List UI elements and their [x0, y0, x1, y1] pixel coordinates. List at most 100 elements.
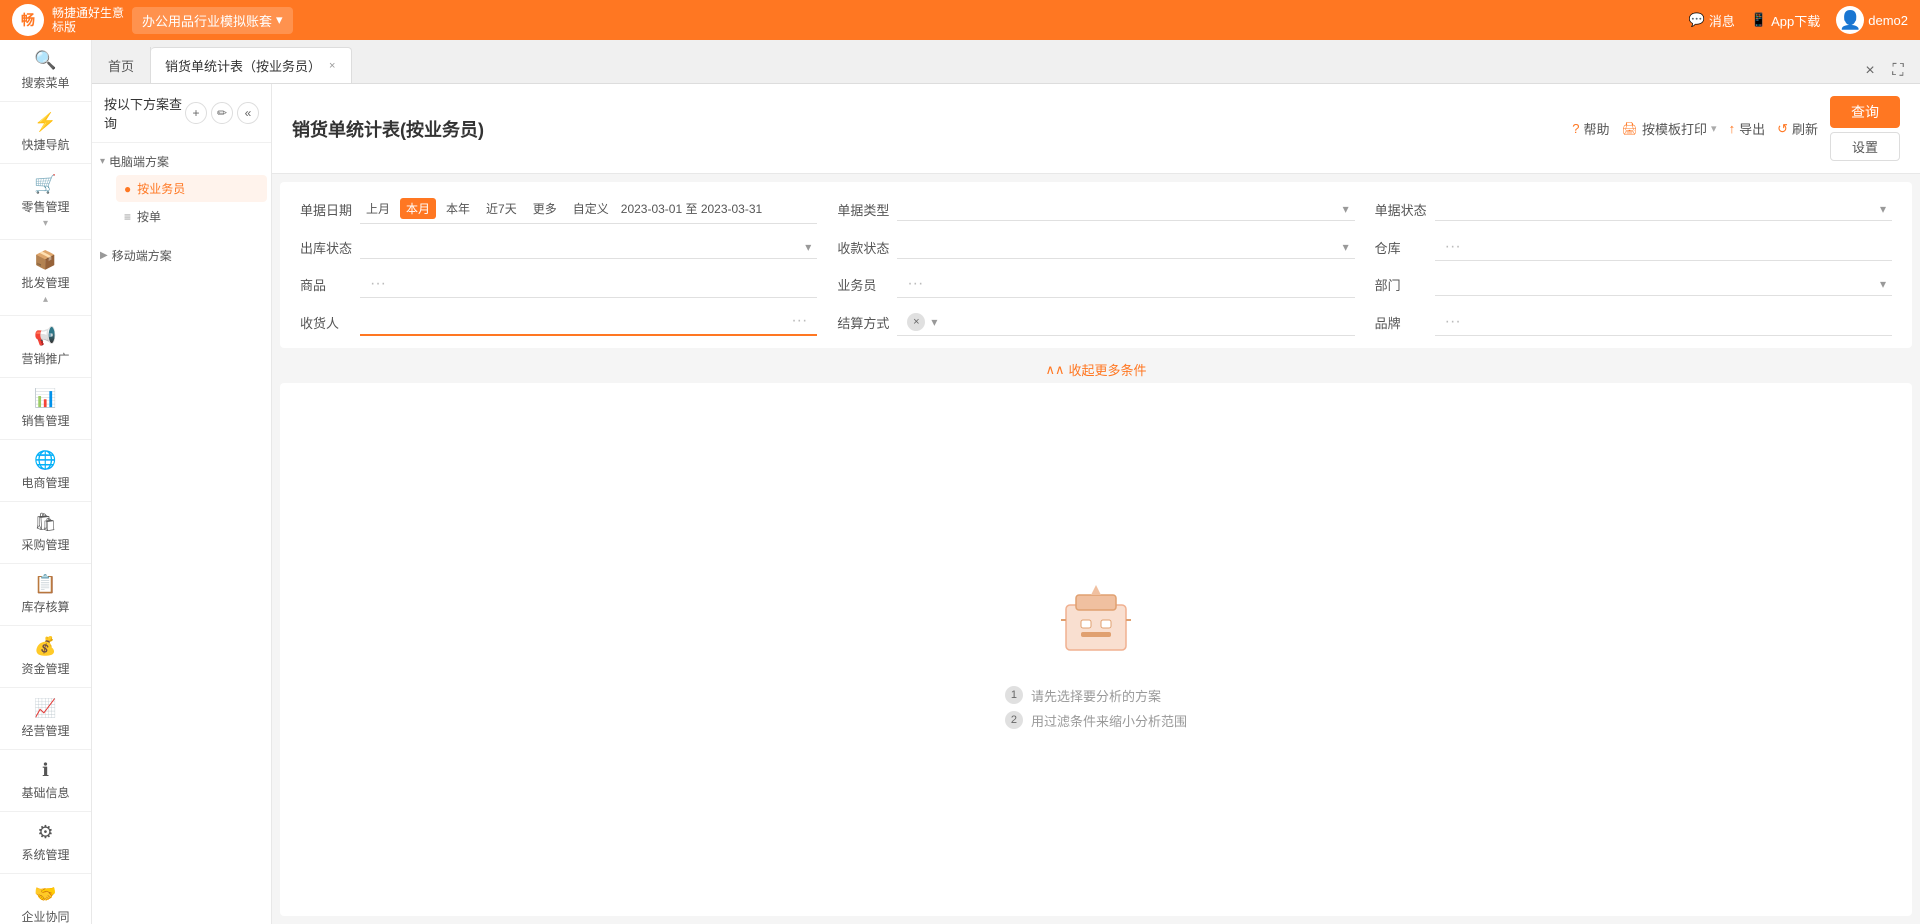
page-content: 按以下方案查询 + ✏ « [92, 84, 1920, 924]
export-icon: ↑ [1729, 121, 1736, 136]
print-btn[interactable]: 🖨 按模板打印 ▾ [1622, 119, 1717, 138]
collapse-label: 收起更多条件 [1069, 360, 1147, 379]
tab-bar-actions: × ⛶ [1858, 59, 1920, 83]
sidebar-item-label: 库存核算 [21, 598, 69, 615]
warehouse-dots: ··· [1441, 238, 1465, 256]
outstatus-dropdown[interactable]: ▾ [360, 236, 817, 259]
sidebar-item-inventory[interactable]: 📋 库存核算 [0, 564, 91, 626]
sidebar-item-finance[interactable]: 💰 资金管理 [0, 626, 91, 688]
active-tab-label: 销货单统计表（按业务员） [165, 56, 321, 75]
collapse-icon: « [245, 106, 252, 120]
sidebar-item-label: 批发管理 [21, 274, 69, 291]
filter-row-1: 单据日期 上月 本月 本年 近7天 更多 自定义 [300, 194, 1892, 224]
outstatus-filter-cell: 出库状态 ▾ [300, 236, 817, 259]
salesperson-filter-cell: 业务员 ··· [837, 271, 1354, 298]
main-layout: 🔍 搜索菜单 ⚡ 快捷导航 🛒 零售管理 ▾ 📦 批发管理 ▴ 📢 营销推广 [0, 40, 1920, 924]
scheme-item-by-salesperson[interactable]: ● 按业务员 [116, 175, 267, 202]
goods-filter-cell: 商品 ··· [300, 271, 817, 298]
hint-num-2: 2 [1005, 711, 1023, 729]
edit-scheme-btn[interactable]: ✏ [211, 102, 233, 124]
goods-dots: ··· [366, 275, 390, 293]
sidebar-item-label: 销售管理 [21, 412, 69, 429]
brand-label: 品牌 [1375, 313, 1435, 332]
top-bar: 畅 畅捷通好生意 标版 办公用品行业模拟账套 ▾ 💬 消息 📱 App下载 [0, 0, 1920, 40]
scheme-item-label: 按单 [137, 208, 161, 225]
brand-control[interactable]: ··· [1435, 309, 1892, 336]
workspace-selector[interactable]: 办公用品行业模拟账套 ▾ [132, 7, 293, 34]
date-btn-more[interactable]: 更多 [527, 198, 563, 219]
settlement-clear-btn[interactable]: × [907, 313, 925, 331]
setting-button[interactable]: 设置 [1830, 132, 1900, 161]
app-title: 畅捷通好生意 标版 [52, 6, 124, 35]
add-scheme-btn[interactable]: + [185, 102, 207, 124]
mobile-section-label: 移动端方案 [112, 247, 172, 264]
receiptstatus-dropdown[interactable]: ▾ [897, 236, 1354, 259]
sidebar-item-wholesale[interactable]: 📦 批发管理 ▴ [0, 240, 91, 316]
salesperson-control[interactable]: ··· [897, 271, 1354, 298]
docstatus-dropdown[interactable]: ▾ [1435, 198, 1892, 221]
doctype-dropdown[interactable]: ▾ [897, 198, 1354, 221]
date-btn-custom[interactable]: 自定义 [567, 198, 615, 219]
salesperson-dots: ··· [903, 275, 927, 293]
tab-maximize-btn[interactable]: ⛶ [1886, 59, 1910, 83]
date-btn-7days[interactable]: 近7天 [480, 198, 523, 219]
tab-minimize-btn[interactable]: × [1858, 59, 1882, 83]
sidebar-item-operation[interactable]: 📈 经营管理 [0, 688, 91, 750]
consignee-input[interactable] [366, 314, 787, 329]
sidebar-item-marketing[interactable]: 📢 营销推广 [0, 316, 91, 378]
sidebar-item-sales[interactable]: 📊 销售管理 [0, 378, 91, 440]
sidebar-item-enterprise[interactable]: 🤝 企业协同 [0, 874, 91, 924]
warehouse-control[interactable]: ··· [1435, 234, 1892, 261]
collapse-scheme-btn[interactable]: « [237, 102, 259, 124]
scheme-desktop-section: ▾ 电脑端方案 ● 按业务员 ≡ 按单 [92, 143, 271, 237]
help-btn[interactable]: ? 帮助 [1572, 119, 1609, 138]
sidebar-item-label: 采购管理 [21, 536, 69, 553]
app-download-action[interactable]: 📱 App下载 [1751, 11, 1820, 30]
app-download-icon: 📱 [1751, 12, 1767, 28]
app-name-line1: 畅捷通好生意 [52, 6, 124, 20]
tab-home[interactable]: 首页 [92, 47, 151, 83]
date-btn-lastmonth[interactable]: 上月 [360, 198, 396, 219]
goods-control[interactable]: ··· [360, 271, 817, 298]
date-btn-thisyear[interactable]: 本年 [440, 198, 476, 219]
operation-icon: 📈 [34, 698, 56, 719]
top-bar-left: 畅 畅捷通好生意 标版 办公用品行业模拟账套 ▾ [12, 4, 293, 36]
dept-arrow-icon: ▾ [1880, 277, 1886, 291]
tab-sales-stats[interactable]: 销货单统计表（按业务员） × [151, 47, 352, 83]
message-action[interactable]: 💬 消息 [1689, 11, 1735, 30]
sidebar-item-basics[interactable]: ℹ 基础信息 [0, 750, 91, 812]
user-profile[interactable]: 👤 demo2 [1836, 6, 1908, 34]
sidebar-item-label: 企业协同 [21, 908, 69, 924]
consignee-control[interactable]: ··· [360, 308, 817, 336]
desktop-section-label: 电脑端方案 [109, 153, 169, 170]
sidebar-item-label: 基础信息 [21, 784, 69, 801]
receiptstatus-label: 收款状态 [837, 238, 897, 257]
refresh-btn[interactable]: ↺ 刷新 [1777, 119, 1818, 138]
sidebar-item-purchase[interactable]: 🛍 采购管理 [0, 502, 91, 564]
receiptstatus-arrow-icon: ▾ [1343, 240, 1349, 254]
sidebar-item-quick-nav[interactable]: ⚡ 快捷导航 [0, 102, 91, 164]
sidebar-item-retail[interactable]: 🛒 零售管理 ▾ [0, 164, 91, 240]
sidebar-item-search-menu[interactable]: 🔍 搜索菜单 [0, 40, 91, 102]
help-label: 帮助 [1583, 119, 1609, 138]
tab-close-icon[interactable]: × [327, 60, 337, 72]
desktop-arrow-icon: ▾ [100, 156, 105, 167]
collapse-up-icon: ∧∧ [1045, 362, 1064, 378]
date-btn-thismonth[interactable]: 本月 [400, 198, 436, 219]
purchase-icon: 🛍 [34, 512, 57, 533]
scheme-desktop-header[interactable]: ▾ 电脑端方案 [92, 149, 271, 174]
app-name-line2: 标版 [52, 20, 124, 34]
dept-dropdown[interactable]: ▾ [1435, 273, 1892, 296]
doctype-filter-cell: 单据类型 ▾ [837, 198, 1354, 221]
query-button[interactable]: 查询 [1830, 96, 1900, 128]
ecommerce-icon: 🌐 [34, 450, 56, 471]
scheme-item-by-order[interactable]: ≡ 按单 [116, 203, 267, 230]
hint-text-1: 请先选择要分析的方案 [1031, 686, 1161, 705]
settlement-dropdown[interactable]: × ▾ [897, 309, 1354, 336]
sidebar-item-ecommerce[interactable]: 🌐 电商管理 [0, 440, 91, 502]
sidebar-item-system[interactable]: ⚙ 系统管理 [0, 812, 91, 874]
scheme-mobile-header[interactable]: ▶ 移动端方案 [92, 243, 271, 268]
collapse-bar[interactable]: ∧∧ 收起更多条件 [280, 356, 1912, 383]
print-icon: 🖨 [1622, 121, 1639, 137]
export-btn[interactable]: ↑ 导出 [1729, 119, 1766, 138]
